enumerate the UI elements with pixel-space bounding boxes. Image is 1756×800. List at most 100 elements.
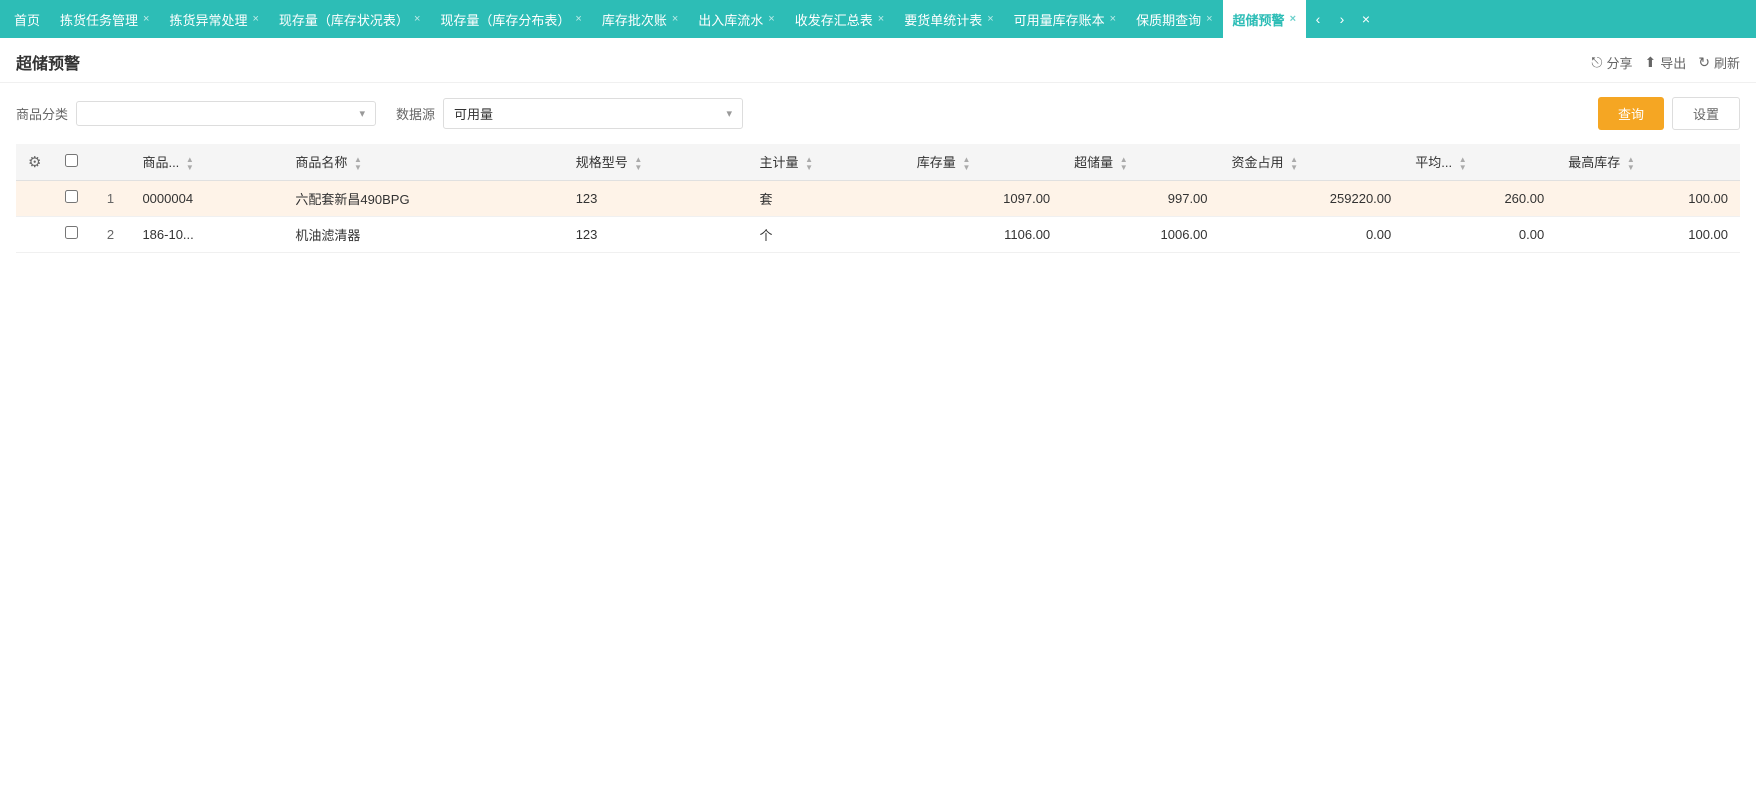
row-unit: 个 xyxy=(747,216,904,252)
top-navigation: 首页 拣货任务管理 × 拣货异常处理 × 现存量（库存状况表） × 现存量（库存… xyxy=(0,0,1756,38)
nav-item-quality-check[interactable]: 保质期查询 × xyxy=(1126,0,1222,38)
sort-icons-avg: ▲ ▼ xyxy=(1459,156,1467,172)
category-chevron-down-icon: ▾ xyxy=(359,107,365,120)
nav-item-abnormal[interactable]: 拣货异常处理 × xyxy=(159,0,268,38)
refresh-icon: ↻ xyxy=(1698,54,1710,71)
datasource-label: 数据源 xyxy=(396,104,435,123)
nav-item-home[interactable]: 首页 xyxy=(4,0,50,38)
row-spec: 123 xyxy=(564,180,748,216)
page-title: 超储预警 xyxy=(16,50,80,74)
category-select[interactable]: ▾ xyxy=(76,101,376,126)
sort-icons-product-name: ▲ ▼ xyxy=(354,156,362,172)
sort-desc-icon: ▼ xyxy=(805,164,813,172)
select-all-checkbox[interactable] xyxy=(65,154,78,167)
filter-buttons: 查询 设置 xyxy=(1598,97,1740,130)
share-button[interactable]: ⎋ 分享 xyxy=(1591,53,1632,72)
row-overstock-qty: 997.00 xyxy=(1062,180,1219,216)
row-checkbox-cell[interactable] xyxy=(53,180,90,216)
nav-item-overstock-alert[interactable]: 超储预警 × xyxy=(1223,0,1306,38)
datasource-select[interactable]: 可用量 ▾ xyxy=(443,98,743,129)
category-label: 商品分类 xyxy=(16,104,68,123)
spec-column-header[interactable]: 规格型号 ▲ ▼ xyxy=(564,144,748,180)
rownum-column-header xyxy=(90,144,130,180)
row-avg: 0.00 xyxy=(1403,216,1556,252)
filter-area: 商品分类 ▾ 数据源 可用量 ▾ 查询 设置 xyxy=(0,83,1756,144)
row-stock-qty: 1097.00 xyxy=(905,180,1062,216)
row-overstock-qty: 1006.00 xyxy=(1062,216,1219,252)
settings-button[interactable]: 设置 xyxy=(1672,97,1740,130)
nav-arrow-right[interactable]: › xyxy=(1330,0,1354,38)
nav-item-stock-batch[interactable]: 库存批次账 × xyxy=(592,0,688,38)
gear-column-header: ⚙ xyxy=(16,144,53,180)
nav-close-abnormal[interactable]: × xyxy=(252,13,258,25)
nav-close-stock-status[interactable]: × xyxy=(414,13,420,25)
sort-desc-icon: ▼ xyxy=(1290,164,1298,172)
row-capital-used: 0.00 xyxy=(1220,216,1404,252)
nav-item-task-mgmt[interactable]: 拣货任务管理 × xyxy=(50,0,159,38)
nav-item-recv-summary[interactable]: 收发存汇总表 × xyxy=(785,0,894,38)
nav-arrow-left[interactable]: ‹ xyxy=(1306,0,1330,38)
row-avg: 260.00 xyxy=(1403,180,1556,216)
nav-close-available-stock[interactable]: × xyxy=(1110,13,1116,25)
sort-desc-icon: ▼ xyxy=(962,164,970,172)
max-stock-column-header[interactable]: 最高库存 ▲ ▼ xyxy=(1556,144,1740,180)
gear-icon[interactable]: ⚙ xyxy=(28,154,41,171)
header-actions: ⎋ 分享 ⬆ 导出 ↻ 刷新 xyxy=(1591,53,1740,72)
table-body: 1 0000004 六配套新昌490BPG 123 套 1097.00 997.… xyxy=(16,180,1740,252)
row-number: 2 xyxy=(90,216,130,252)
stock-qty-column-header[interactable]: 库存量 ▲ ▼ xyxy=(905,144,1062,180)
sort-desc-icon: ▼ xyxy=(186,164,194,172)
nav-close-recv-summary[interactable]: × xyxy=(878,13,884,25)
product-code-column-header[interactable]: 商品... ▲ ▼ xyxy=(130,144,283,180)
sort-icons-overstock-qty: ▲ ▼ xyxy=(1120,156,1128,172)
sort-desc-icon: ▼ xyxy=(1627,164,1635,172)
row-spec: 123 xyxy=(564,216,748,252)
sort-desc-icon: ▼ xyxy=(354,164,362,172)
sort-desc-icon: ▼ xyxy=(1120,164,1128,172)
row-capital-used: 259220.00 xyxy=(1220,180,1404,216)
sort-icons-unit: ▲ ▼ xyxy=(805,156,813,172)
nav-close-overstock-alert[interactable]: × xyxy=(1290,13,1296,25)
category-filter: 商品分类 ▾ xyxy=(16,101,376,126)
nav-close-inout-flow[interactable]: × xyxy=(768,13,774,25)
avg-column-header[interactable]: 平均... ▲ ▼ xyxy=(1403,144,1556,180)
sort-icons-product-code: ▲ ▼ xyxy=(186,156,194,172)
overstock-table: ⚙ 商品... ▲ ▼ 商品名称 ▲ ▼ xyxy=(16,144,1740,253)
row-stock-qty: 1106.00 xyxy=(905,216,1062,252)
nav-close-stock-dist[interactable]: × xyxy=(575,13,581,25)
row-checkbox[interactable] xyxy=(65,226,78,239)
sort-icons-stock-qty: ▲ ▼ xyxy=(962,156,970,172)
row-gear-cell xyxy=(16,216,53,252)
overstock-qty-column-header[interactable]: 超储量 ▲ ▼ xyxy=(1062,144,1219,180)
share-icon: ⎋ xyxy=(1591,54,1602,71)
nav-item-inout-flow[interactable]: 出入库流水 × xyxy=(688,0,784,38)
nav-item-stock-dist[interactable]: 现存量（库存分布表） × xyxy=(430,0,591,38)
datasource-value: 可用量 xyxy=(454,104,493,123)
unit-column-header[interactable]: 主计量 ▲ ▼ xyxy=(747,144,904,180)
row-gear-cell xyxy=(16,180,53,216)
row-checkbox[interactable] xyxy=(65,190,78,203)
nav-close-quality-check[interactable]: × xyxy=(1206,13,1212,25)
row-checkbox-cell[interactable] xyxy=(53,216,90,252)
nav-close-order-stats[interactable]: × xyxy=(987,13,993,25)
product-name-column-header[interactable]: 商品名称 ▲ ▼ xyxy=(283,144,563,180)
row-product-code: 0000004 xyxy=(130,180,283,216)
nav-arrow-more[interactable]: × xyxy=(1354,0,1378,38)
sort-desc-icon: ▼ xyxy=(1459,164,1467,172)
nav-close-task-mgmt[interactable]: × xyxy=(143,13,149,25)
table-row: 1 0000004 六配套新昌490BPG 123 套 1097.00 997.… xyxy=(16,180,1740,216)
sort-desc-icon: ▼ xyxy=(634,164,642,172)
nav-item-stock-status[interactable]: 现存量（库存状况表） × xyxy=(269,0,430,38)
nav-item-available-stock[interactable]: 可用量库存账本 × xyxy=(1004,0,1126,38)
row-unit: 套 xyxy=(747,180,904,216)
datasource-chevron-down-icon: ▾ xyxy=(727,107,733,120)
page-header: 超储预警 ⎋ 分享 ⬆ 导出 ↻ 刷新 xyxy=(0,38,1756,83)
query-button[interactable]: 查询 xyxy=(1598,97,1664,130)
datasource-filter: 数据源 可用量 ▾ xyxy=(396,98,743,129)
export-button[interactable]: ⬆ 导出 xyxy=(1645,53,1687,72)
nav-close-stock-batch[interactable]: × xyxy=(672,13,678,25)
checkbox-column-header xyxy=(53,144,90,180)
nav-item-order-stats[interactable]: 要货单统计表 × xyxy=(894,0,1003,38)
capital-used-column-header[interactable]: 资金占用 ▲ ▼ xyxy=(1220,144,1404,180)
refresh-button[interactable]: ↻ 刷新 xyxy=(1698,53,1740,72)
